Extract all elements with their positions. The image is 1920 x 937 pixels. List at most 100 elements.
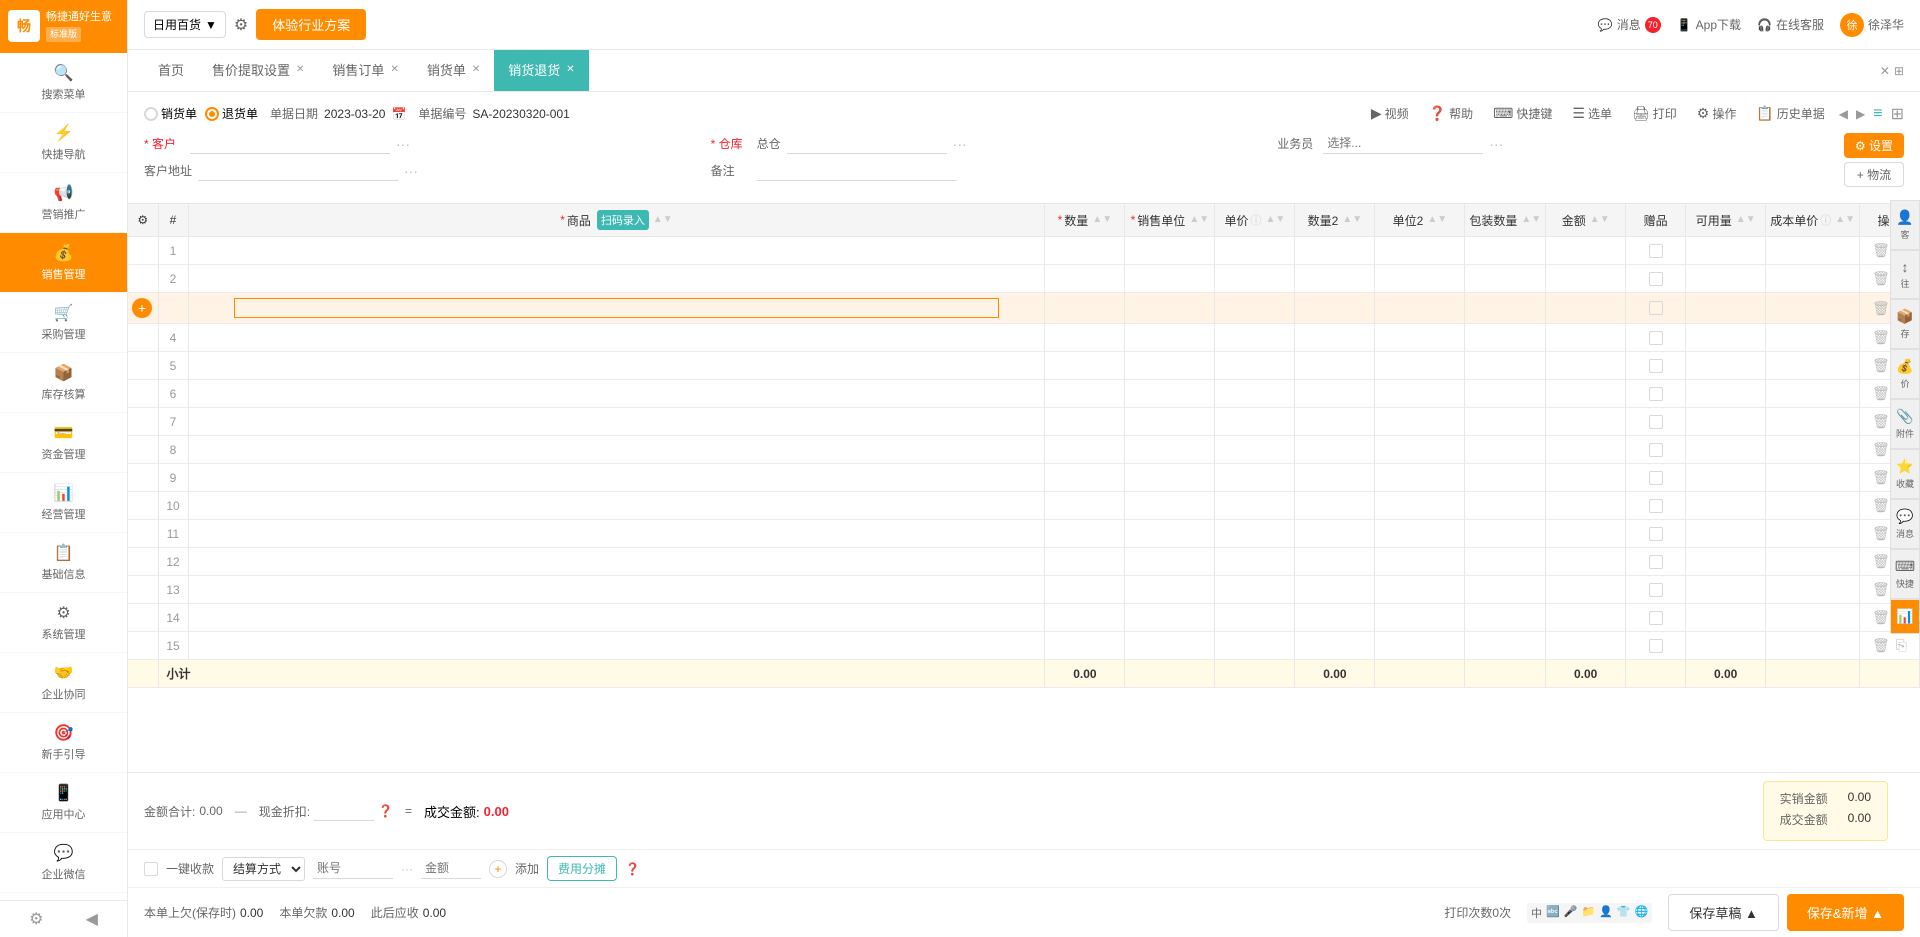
delete-row-btn[interactable]: 🗑 <box>1872 385 1890 402</box>
delete-row-btn[interactable]: 🗑 <box>1872 300 1890 317</box>
pack-cell[interactable] <box>1465 632 1546 660</box>
copy-row-btn[interactable]: ⎘ <box>1896 637 1907 654</box>
qty2-sort-icon[interactable]: ▲▼ <box>1342 215 1362 225</box>
cost-info-icon[interactable]: ⓘ <box>1820 212 1831 228</box>
unit-cell[interactable] <box>1125 265 1215 293</box>
salesperson-dots[interactable]: ··· <box>1489 136 1503 152</box>
unit2-cell[interactable] <box>1375 324 1465 352</box>
cost-cell[interactable] <box>1766 436 1860 464</box>
account-dots[interactable]: ··· <box>401 862 413 876</box>
product-cell[interactable] <box>188 548 1045 576</box>
avail-cell[interactable] <box>1686 380 1766 408</box>
unit-cell[interactable] <box>1125 408 1215 436</box>
cost-cell[interactable] <box>1766 548 1860 576</box>
pack-cell[interactable] <box>1465 576 1546 604</box>
price-cell[interactable] <box>1215 464 1295 492</box>
right-icon-存[interactable]: 📦存 <box>1890 299 1920 349</box>
customer-dots[interactable]: ··· <box>396 136 410 152</box>
account-input[interactable] <box>313 858 393 879</box>
unit-cell[interactable] <box>1125 352 1215 380</box>
right-icon-往[interactable]: ↕往 <box>1890 250 1920 299</box>
scan-btn[interactable]: 扫码录入 <box>597 210 649 230</box>
qty-cell[interactable] <box>1045 632 1125 660</box>
right-icon-active[interactable]: 📊 <box>1890 599 1920 634</box>
app-download-btn[interactable]: 📱 App下载 <box>1677 16 1741 33</box>
qty2-cell[interactable] <box>1295 632 1375 660</box>
gift-cell[interactable] <box>1626 293 1686 324</box>
avail-cell[interactable] <box>1686 293 1766 324</box>
avail-cell[interactable] <box>1686 576 1766 604</box>
avail-cell[interactable] <box>1686 604 1766 632</box>
pack-cell[interactable] <box>1465 293 1546 324</box>
price-cell[interactable] <box>1215 604 1295 632</box>
date-value[interactable]: 2023-03-20 <box>324 107 385 121</box>
price-sort-icon[interactable]: ▲▼ <box>1265 215 1285 225</box>
price-cell[interactable] <box>1215 576 1295 604</box>
cost-cell[interactable] <box>1766 293 1860 324</box>
unit2-cell[interactable] <box>1375 520 1465 548</box>
gift-cell[interactable] <box>1626 265 1686 293</box>
calc-method-select[interactable]: 结算方式 <box>222 857 305 881</box>
qty-sort-icon[interactable]: ▲▼ <box>1092 215 1112 225</box>
avail-cell[interactable] <box>1686 265 1766 293</box>
radio-return[interactable]: 退货单 <box>205 105 258 122</box>
delete-row-btn[interactable]: 🗑 <box>1872 581 1890 598</box>
price-cell[interactable] <box>1215 293 1295 324</box>
gift-cell[interactable] <box>1626 324 1686 352</box>
th-settings[interactable]: ⚙ <box>128 204 158 237</box>
unit2-cell[interactable] <box>1375 380 1465 408</box>
tab-首页[interactable]: 首页 <box>144 50 198 91</box>
cost-cell[interactable] <box>1766 464 1860 492</box>
unit2-cell[interactable] <box>1375 464 1465 492</box>
qty-cell[interactable] <box>1045 576 1125 604</box>
qty2-cell[interactable] <box>1295 576 1375 604</box>
topbar-gear-icon[interactable]: ⚙ <box>234 15 248 35</box>
address-dots[interactable]: ··· <box>404 163 418 179</box>
unit2-cell[interactable] <box>1375 352 1465 380</box>
gift-cell[interactable] <box>1626 380 1686 408</box>
tab-close-icon[interactable]: ✕ <box>566 64 574 75</box>
unit2-cell[interactable] <box>1375 436 1465 464</box>
unit-cell[interactable] <box>1125 492 1215 520</box>
avail-cell[interactable] <box>1686 492 1766 520</box>
sidebar-item-应用中心[interactable]: 📱应用中心 <box>0 773 127 833</box>
amount-cell[interactable] <box>1546 265 1626 293</box>
unit-cell[interactable] <box>1125 548 1215 576</box>
price-info-icon[interactable]: ⓘ <box>1250 212 1261 228</box>
amount-sort-icon[interactable]: ▲▼ <box>1590 215 1610 225</box>
radio-sales[interactable]: 销货单 <box>144 105 197 122</box>
sidebar-item-采购管理[interactable]: 🛒采购管理 <box>0 293 127 353</box>
qty2-cell[interactable] <box>1295 237 1375 265</box>
qty-cell[interactable] <box>1045 408 1125 436</box>
qty-cell[interactable] <box>1045 464 1125 492</box>
tab-销售订单[interactable]: 销售订单✕ <box>318 50 412 91</box>
price-cell[interactable] <box>1215 237 1295 265</box>
qty-cell[interactable] <box>1045 604 1125 632</box>
unit2-cell[interactable] <box>1375 576 1465 604</box>
discount-help-icon[interactable]: ❓ <box>378 804 393 818</box>
product-cell[interactable] <box>188 604 1045 632</box>
unit2-cell[interactable] <box>1375 293 1465 324</box>
unit2-sort-icon[interactable]: ▲▼ <box>1427 215 1447 225</box>
amount-cell[interactable] <box>1546 520 1626 548</box>
qty2-cell[interactable] <box>1295 604 1375 632</box>
qty2-cell[interactable] <box>1295 352 1375 380</box>
tab-close-icon[interactable]: ✕ <box>296 64 304 75</box>
unit2-cell[interactable] <box>1375 492 1465 520</box>
qty-cell[interactable] <box>1045 548 1125 576</box>
product-sort-icon[interactable]: ▲▼ <box>653 215 673 225</box>
message-btn[interactable]: 💬 消息 70 <box>1598 16 1661 33</box>
product-cell[interactable] <box>188 237 1045 265</box>
history-prev-icon[interactable]: ◀ <box>1839 107 1848 121</box>
right-icon-附件[interactable]: 📎附件 <box>1890 399 1920 449</box>
settings-form-btn[interactable]: ⚙ 设置 <box>1844 133 1904 158</box>
delete-row-btn[interactable]: 🗑 <box>1872 637 1890 654</box>
delete-row-btn[interactable]: 🗑 <box>1872 357 1890 374</box>
unit-sort-icon[interactable]: ▲▼ <box>1189 215 1209 225</box>
cost-cell[interactable] <box>1766 265 1860 293</box>
cost-cell[interactable] <box>1766 520 1860 548</box>
cost-sort-icon[interactable]: ▲▼ <box>1835 215 1855 225</box>
avail-cell[interactable] <box>1686 548 1766 576</box>
delete-row-btn[interactable]: 🗑 <box>1872 469 1890 486</box>
price-cell[interactable] <box>1215 492 1295 520</box>
